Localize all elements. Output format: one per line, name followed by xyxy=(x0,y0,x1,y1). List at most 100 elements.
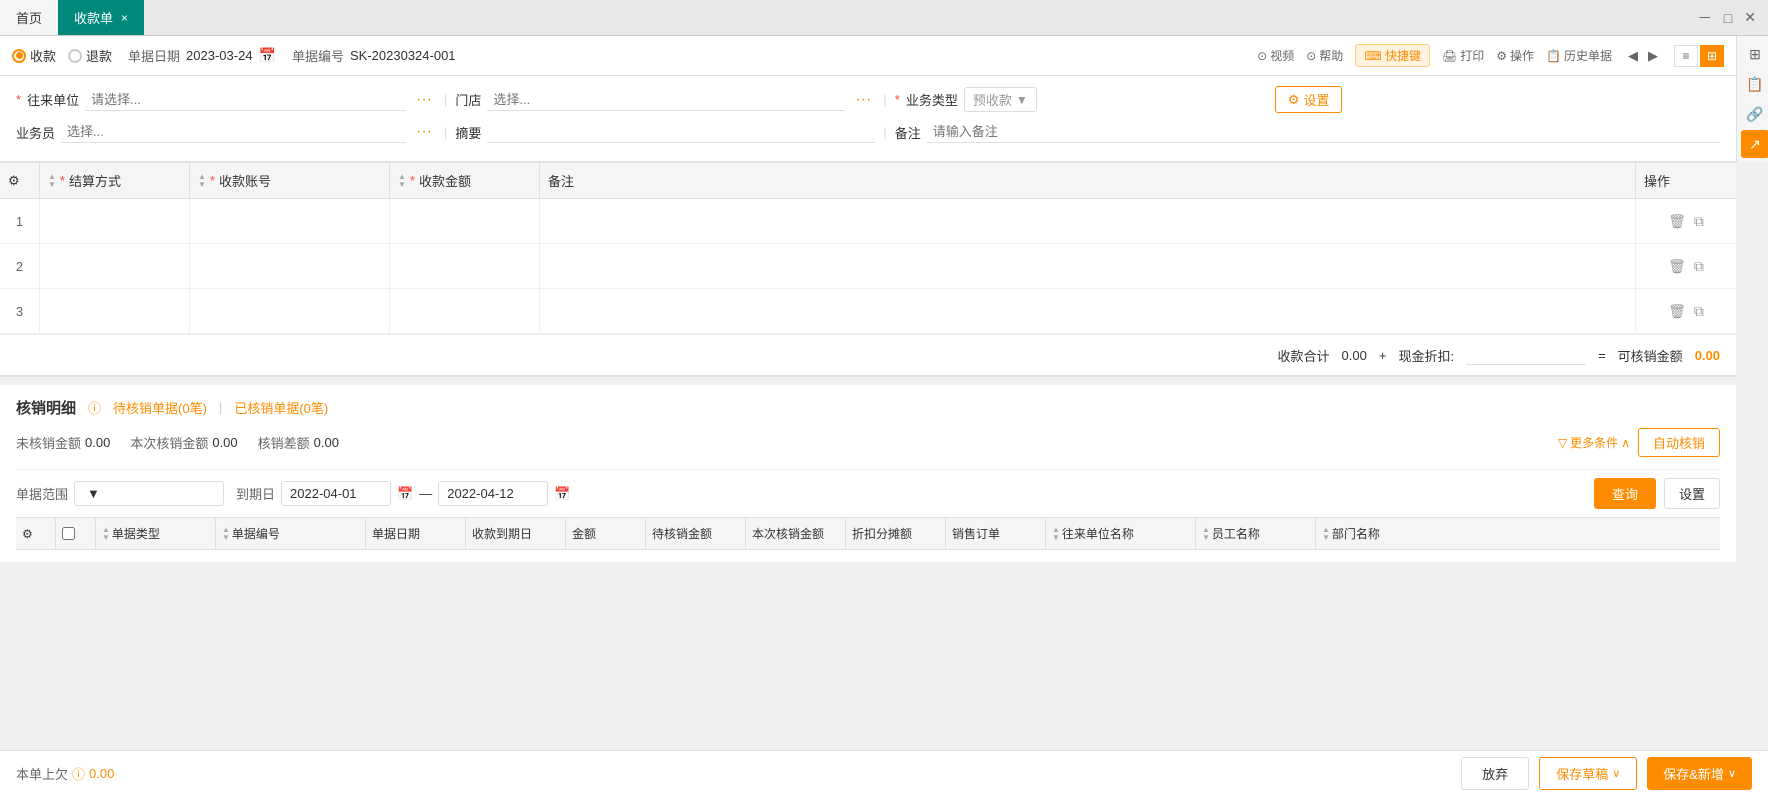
radio-refund-dot xyxy=(68,49,82,63)
sort-account: ▲▼ xyxy=(198,173,206,189)
summary-field: 摘要 xyxy=(455,121,875,143)
row-3-account[interactable] xyxy=(190,289,390,333)
row-2-actions: 🗑 ⧉ xyxy=(1636,244,1736,288)
auto-verify-btn[interactable]: 自动核销 xyxy=(1638,428,1720,457)
view-grid-btn[interactable]: ⊞ xyxy=(1700,45,1724,67)
row-3-settle[interactable] xyxy=(40,289,190,333)
stat-value: 0.00 xyxy=(89,766,114,781)
nav-next-icon[interactable]: ▶ xyxy=(1644,46,1662,66)
save-new-btn[interactable]: 保存&新增 ∨ xyxy=(1647,757,1752,790)
note-input[interactable] xyxy=(927,121,1720,143)
row-3-copy-icon[interactable]: ⧉ xyxy=(1694,303,1704,320)
select-all-checkbox[interactable] xyxy=(62,527,75,540)
staff-more-icon[interactable]: ··· xyxy=(412,123,436,141)
abandon-label: 放弃 xyxy=(1482,767,1508,782)
ops-btn[interactable]: ⚙ 操作 xyxy=(1496,47,1534,64)
col-settle-header: ▲▼ * 结算方式 xyxy=(40,163,190,198)
window-minimize[interactable]: － xyxy=(1694,6,1716,30)
abandon-btn[interactable]: 放弃 xyxy=(1461,757,1529,790)
col-account-header: ▲▼ * 收款账号 xyxy=(190,163,390,198)
divider-1: | xyxy=(444,92,447,107)
sidebar-link-icon[interactable]: 🔗 xyxy=(1741,100,1768,128)
row-1-account[interactable] xyxy=(190,199,390,243)
history-btn[interactable]: 📋 历史单据 xyxy=(1546,47,1612,64)
query-btn[interactable]: 查询 xyxy=(1594,478,1656,509)
row-3-num: 3 xyxy=(0,289,40,333)
row-1-note[interactable] xyxy=(540,199,1636,243)
table-setting-btn[interactable]: 设置 xyxy=(1664,478,1720,509)
window-maximize[interactable]: □ xyxy=(1720,8,1736,28)
video-btn[interactable]: ⊙ 视频 xyxy=(1257,47,1294,64)
bottom-col-check[interactable] xyxy=(56,518,96,549)
stat-info-icon[interactable]: ⓘ xyxy=(72,764,85,783)
nav-prev-icon[interactable]: ◀ xyxy=(1624,46,1642,66)
sidebar-active-icon[interactable]: ↗ xyxy=(1741,130,1768,158)
radio-group: 收款 退款 xyxy=(12,46,112,65)
biz-type-chevron: ▼ xyxy=(1016,93,1028,107)
help-btn[interactable]: ⊙ 帮助 xyxy=(1306,47,1343,64)
shortcut-btn[interactable]: ⌨ 快捷键 xyxy=(1355,44,1430,67)
tab-home[interactable]: 首页 xyxy=(0,0,58,35)
partner-more-icon[interactable]: ··· xyxy=(412,91,436,109)
calendar-icon[interactable]: 📅 xyxy=(259,47,276,64)
partner-input[interactable] xyxy=(85,89,406,111)
sort-staff: ▲▼ xyxy=(1202,526,1210,542)
divider-4: | xyxy=(883,125,886,140)
date-to-icon[interactable]: 📅 xyxy=(554,486,570,502)
biz-type-select[interactable]: 预收款 ▼ xyxy=(964,87,1037,112)
note-field: 备注 xyxy=(895,121,1720,143)
tab-pending[interactable]: 待核销单据(0笔) xyxy=(113,398,207,417)
radio-refund-label: 退款 xyxy=(86,46,112,65)
query-label: 查询 xyxy=(1612,487,1638,502)
window-close[interactable]: ✕ xyxy=(1740,7,1760,28)
row-2-note[interactable] xyxy=(540,244,1636,288)
row-1-delete-icon[interactable]: 🗑 xyxy=(1668,213,1686,230)
tab-close-icon[interactable]: × xyxy=(121,11,128,25)
tab-active[interactable]: 收款单 × xyxy=(58,0,144,35)
view-list-btn[interactable]: ≡ xyxy=(1674,45,1698,67)
curr-rec-value: 0.00 xyxy=(212,435,237,450)
date-from-icon[interactable]: 📅 xyxy=(397,486,413,502)
due-date-field: 到期日 📅 — 📅 xyxy=(236,481,570,506)
row-1-amount[interactable] xyxy=(390,199,540,243)
row-2-amount[interactable] xyxy=(390,244,540,288)
table-setting-label: 设置 xyxy=(1679,487,1705,502)
sort-type: ▲▼ xyxy=(102,526,110,542)
date-from-input[interactable] xyxy=(281,481,391,506)
summary-input[interactable] xyxy=(487,121,875,143)
radio-receipt[interactable]: 收款 xyxy=(12,46,56,65)
discount-input[interactable] xyxy=(1466,345,1586,365)
shop-input[interactable] xyxy=(487,89,845,111)
tab-done[interactable]: 已核销单据(0笔) xyxy=(234,398,328,417)
shop-label: 门店 xyxy=(455,90,481,109)
row-1-copy-icon[interactable]: ⧉ xyxy=(1694,213,1704,230)
row-3-amount[interactable] xyxy=(390,289,540,333)
row-2-account[interactable] xyxy=(190,244,390,288)
staff-input[interactable] xyxy=(61,121,406,143)
shop-more-icon[interactable]: ··· xyxy=(851,91,875,109)
row-1-settle[interactable] xyxy=(40,199,190,243)
save-draft-btn[interactable]: 保存草稿 ∨ xyxy=(1539,757,1637,790)
number-label: 单据编号 xyxy=(292,46,344,65)
col-action-header: 操作 xyxy=(1636,163,1736,198)
main-content: 收款 退款 单据日期 2023-03-24 📅 单据编号 SK-20230324… xyxy=(0,36,1768,786)
sort-partner: ▲▼ xyxy=(1052,526,1060,542)
row-3-note[interactable] xyxy=(540,289,1636,333)
row-2-settle[interactable] xyxy=(40,244,190,288)
row-2-copy-icon[interactable]: ⧉ xyxy=(1694,258,1704,275)
print-btn[interactable]: 🖨 打印 xyxy=(1442,47,1484,64)
row-3-delete-icon[interactable]: 🗑 xyxy=(1668,303,1686,320)
sidebar-doc-icon[interactable]: 📋 xyxy=(1741,70,1768,98)
col-gear[interactable]: ⚙ xyxy=(0,163,40,198)
date-field: 单据日期 2023-03-24 📅 xyxy=(128,46,276,65)
bottom-col-date: 单据日期 xyxy=(366,518,466,549)
date-to-input[interactable] xyxy=(438,481,548,506)
verify-info-icon[interactable]: ⓘ xyxy=(88,398,101,417)
radio-refund[interactable]: 退款 xyxy=(68,46,112,65)
more-conditions-btn[interactable]: ▽ 更多条件 ∧ xyxy=(1558,434,1630,451)
bottom-col-gear[interactable]: ⚙ xyxy=(16,518,56,549)
row-2-delete-icon[interactable]: 🗑 xyxy=(1668,258,1686,275)
sidebar-table-icon[interactable]: ⊞ xyxy=(1741,40,1768,68)
setting-btn[interactable]: ⚙ 设置 xyxy=(1275,86,1343,113)
range-select[interactable]: ▼ xyxy=(74,481,224,506)
